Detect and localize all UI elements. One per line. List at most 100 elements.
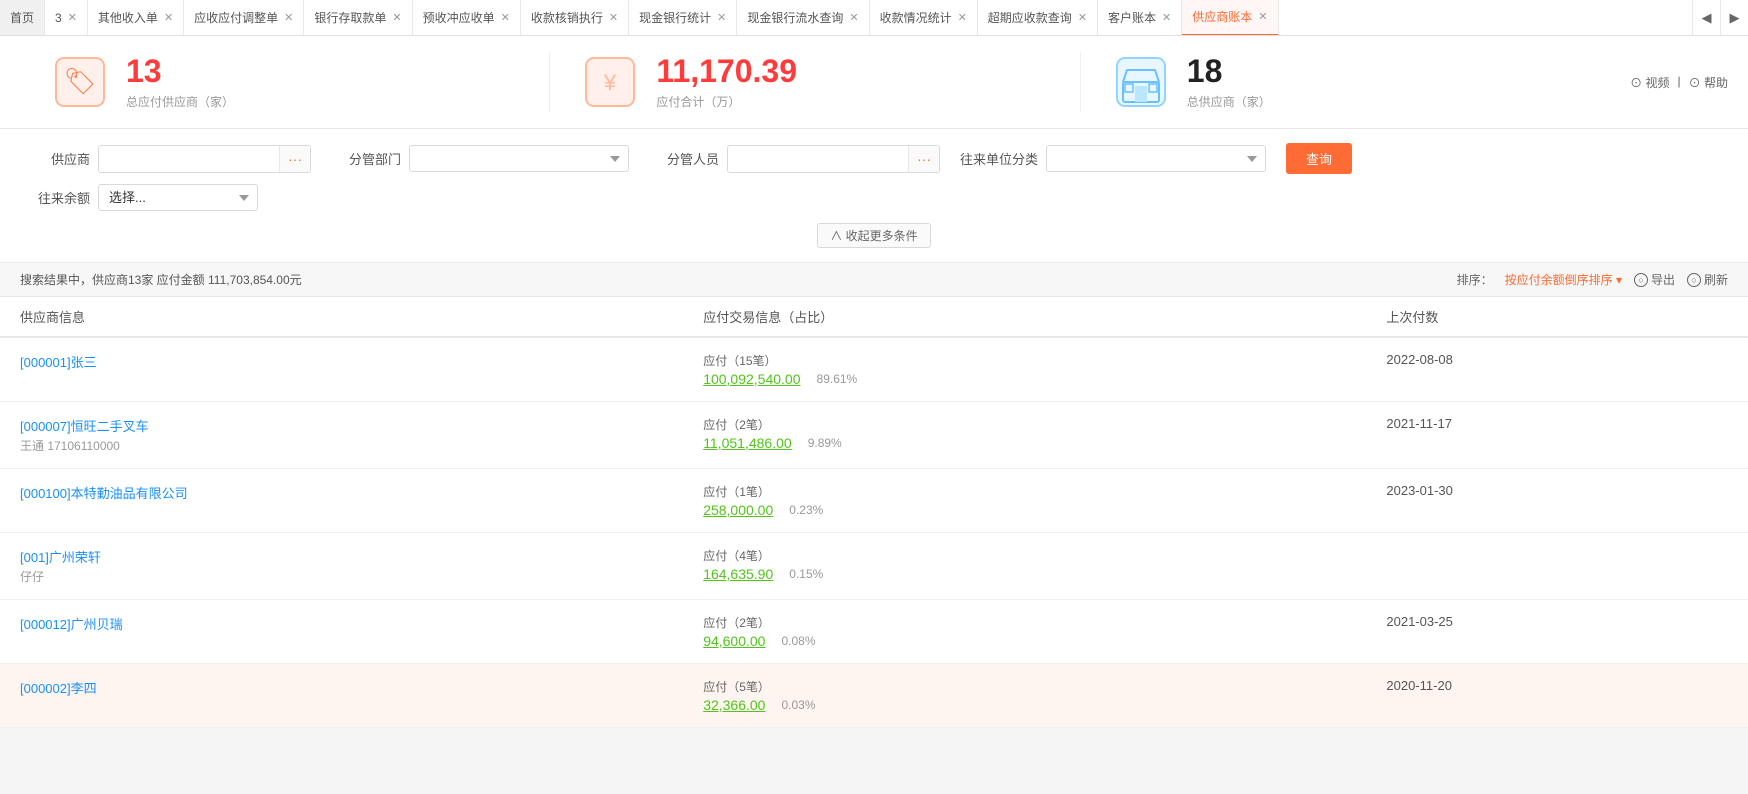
manager-input[interactable] [728,146,908,171]
nav-tab-close[interactable]: ✕ [849,11,858,24]
pay-info-cell: 应付（1笔） 258,000.00 0.23% [703,483,1386,518]
nav-tab-label: 现金银行统计 [639,9,711,26]
nav-tab-cash-bank-flow[interactable]: 现金银行流水查询 ✕ [737,0,869,36]
pay-amount-link[interactable]: 258,000.00 [703,502,773,518]
nav-tab-bank-deposit[interactable]: 银行存取款单✕ [304,0,412,36]
pay-percent: 9.89% [808,436,842,450]
nav-tab-label: 3 [55,11,62,25]
card3-label: 总供应商（家） [1187,93,1271,110]
pay-percent: 89.61% [817,372,858,386]
summary-card-total-suppliers: 18 总供应商（家） [1080,52,1610,112]
nav-tab-label: 收款情况统计 [880,9,952,26]
nav-tab-supplier-account[interactable]: 供应商账本✕ [1182,0,1278,36]
nav-tab-collection-verify[interactable]: 收款核销执行 ✕ [521,0,629,36]
department-select[interactable] [409,145,629,172]
card3-content: 18 总供应商（家） [1187,54,1271,110]
manager-dots[interactable]: ··· [908,146,939,172]
supplier-icon: 🏷 [50,52,110,112]
supplier-link[interactable]: [001]广州荣轩 [20,550,101,565]
supplier-link[interactable]: [000012]广州贝瑞 [20,617,123,632]
summary-card-total-payable: ¥ 11,170.39 应付合计（万） [549,52,1079,112]
supplier-info-cell: [001]广州荣轩 仔仔 [20,547,703,585]
pay-row: 11,051,486.00 9.89% [703,435,1386,451]
department-label: 分管部门 [331,149,401,168]
card2-number: 11,170.39 [656,54,797,89]
store-icon [1111,52,1171,112]
nav-tab-close[interactable]: ✕ [1078,11,1087,24]
manager-field: 分管人员 ··· [649,145,940,173]
search-section: 供应商 ··· 分管部门 分管人员 ··· 往来单位分类 [0,129,1748,263]
nav-tab-close[interactable]: ✕ [501,11,510,24]
pay-percent: 0.15% [789,567,823,581]
nav-tab-close[interactable]: ✕ [284,11,293,24]
table-row: [000012]广州贝瑞 应付（2笔） 94,600.00 0.08% 2021… [0,600,1748,664]
card2-label: 应付合计（万） [656,93,797,110]
pay-amount-link[interactable]: 11,051,486.00 [703,435,792,451]
supplier-link[interactable]: [000001]张三 [20,355,97,370]
nav-tab-prepay-collection[interactable]: 预收冲应收单✕ [413,0,521,36]
nav-tab-close[interactable]: ✕ [717,11,726,24]
pay-info-cell: 应付（4笔） 164,635.90 0.15% [703,547,1386,582]
supplier-input[interactable] [99,146,279,171]
balance-select[interactable]: 选择... [98,184,258,211]
pay-amount-link[interactable]: 32,366.00 [703,697,765,713]
video-link[interactable]: ⊙ 视频 [1630,74,1669,91]
manager-label: 分管人员 [649,149,719,168]
supplier-link[interactable]: [000002]李四 [20,681,97,696]
supplier-link[interactable]: [000007]恒旺二手叉车 [20,419,149,434]
nav-tab-customer-account[interactable]: 客户账本✕ [1098,0,1182,36]
nav-tab-ap-adjustment[interactable]: 应收应付调整单✕ [184,0,304,36]
nav-tab-label: 现金银行流水查询 [747,9,843,26]
nav-tab-other-income[interactable]: 其他收入单 ✕ [88,0,184,36]
last-pay-cell: 2020-11-20 [1386,678,1728,693]
pay-amount-link[interactable]: 164,635.90 [703,566,773,582]
results-text: 搜索结果中，供应商13家 应付金额 111,703,854.00元 [20,271,302,288]
pay-label: 应付（15笔） [703,352,1386,369]
nav-tab-close[interactable]: ✕ [609,11,618,24]
nav-tab-overdue-query[interactable]: 超期应收款查询 ✕ [978,0,1098,36]
supplier-dots[interactable]: ··· [279,146,310,172]
nav-tab-close[interactable]: ✕ [1258,10,1267,23]
header-last-pay: 上次付数 [1386,307,1728,326]
sort-select[interactable]: 按应付余额倒序排序 ▾ [1505,271,1622,288]
unit-category-select[interactable] [1046,145,1266,172]
export-button[interactable]: ○ 导出 [1634,271,1675,288]
nav-tab-label: 收款核销执行 [531,9,603,26]
results-actions: 排序： 按应付余额倒序排序 ▾ ○ 导出 ○ 刷新 [1457,271,1728,288]
nav-tab-cash-bank-stat[interactable]: 现金银行统计 ✕ [629,0,737,36]
supplier-info-cell: [000007]恒旺二手叉车 王通 17106110000 [20,416,703,454]
nav-tab-home[interactable]: 首页 [0,0,45,36]
nav-tab-close[interactable]: ✕ [958,11,967,24]
nav-arrow-right[interactable]: ▶ [1720,0,1748,36]
supplier-info-cell: [000012]广州贝瑞 [20,614,703,633]
unit-category-field: 往来单位分类 [960,145,1266,172]
pay-percent: 0.08% [781,634,815,648]
nav-tab-close[interactable]: ✕ [68,11,77,24]
last-pay-date: 2021-11-17 [1386,416,1452,431]
nav-tab-t3[interactable]: 3✕ [45,0,88,36]
pay-info-cell: 应付（15笔） 100,092,540.00 89.61% [703,352,1386,387]
nav-tab-label: 超期应收款查询 [988,9,1072,26]
balance-label: 往来余额 [20,188,90,207]
nav-tab-collection-stat[interactable]: 收款情况统计 ✕ [870,0,978,36]
supplier-sub: 仔仔 [20,568,703,585]
nav-tab-close[interactable]: ✕ [1162,11,1171,24]
refresh-button[interactable]: ○ 刷新 [1687,271,1728,288]
help-link[interactable]: ⊙ 帮助 [1689,74,1728,91]
nav-tab-close[interactable]: ✕ [392,11,401,24]
pay-row: 32,366.00 0.03% [703,697,1386,713]
collapse-button[interactable]: ∧ 收起更多条件 [817,223,930,248]
summary-card-suppliers: 🏷 13 总应付供应商（家） [20,52,549,112]
nav-tab-label: 其他收入单 [98,9,158,26]
supplier-field: 供应商 ··· [20,145,311,173]
nav-tab-close[interactable]: ✕ [164,11,173,24]
supplier-link[interactable]: [000100]本特勤油品有限公司 [20,486,188,501]
query-button[interactable]: 查询 [1286,143,1352,174]
pay-amount-link[interactable]: 100,092,540.00 [703,371,800,387]
pay-amount-link[interactable]: 94,600.00 [703,633,765,649]
nav-arrow-left[interactable]: ◀ [1692,0,1720,36]
pay-row: 94,600.00 0.08% [703,633,1386,649]
supplier-info-cell: [000002]李四 [20,678,703,697]
nav-tab-label: 首页 [10,9,34,26]
pay-row: 164,635.90 0.15% [703,566,1386,582]
